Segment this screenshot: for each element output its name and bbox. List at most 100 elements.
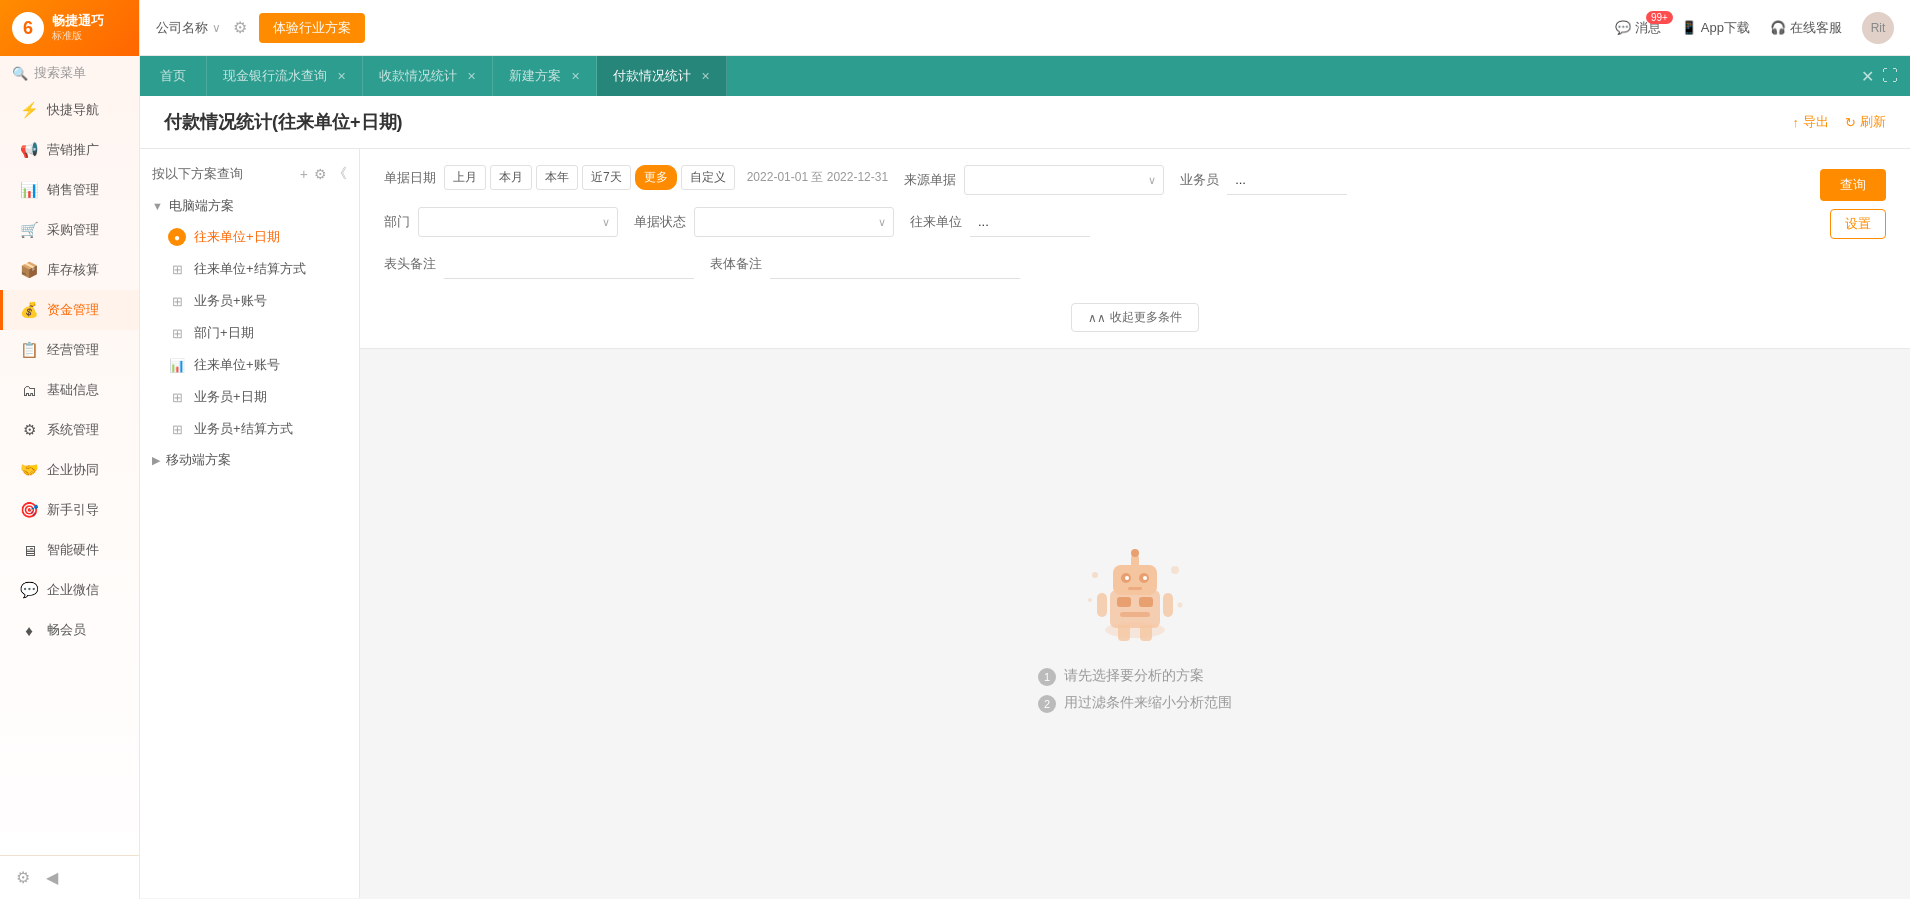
- main-content: 付款情况统计(往来单位+日期) ↑ 导出 ↻ 刷新 按以下方案查询 + ⚙ 《: [140, 96, 1910, 899]
- right-panel: 单据日期 上月 本月 本年 近7天 更多 自定义 2022-01-01 至 20…: [360, 149, 1910, 898]
- left-panel-header: 按以下方案查询 + ⚙ 《: [140, 161, 359, 191]
- date-buttons: 上月 本月 本年 近7天 更多 自定义: [444, 165, 735, 190]
- topbar-gear-icon[interactable]: ⚙: [233, 18, 247, 37]
- source-select[interactable]: [964, 165, 1164, 195]
- filter-row-2: 部门 单据状态: [384, 207, 1800, 237]
- partner-input[interactable]: [970, 207, 1090, 237]
- tab-window-close-icon[interactable]: ✕: [1861, 67, 1874, 86]
- dept-select[interactable]: [418, 207, 618, 237]
- date-btn-custom[interactable]: 自定义: [681, 165, 735, 190]
- mobile-section-expand-icon: ▶: [152, 454, 160, 467]
- scheme-table-icon-4: ⊞: [168, 388, 186, 406]
- export-button[interactable]: ↑ 导出: [1793, 113, 1830, 131]
- company-selector[interactable]: 公司名称 ∨: [156, 19, 221, 37]
- staff-label: 业务员: [1180, 171, 1219, 189]
- scheme-item-staff-date[interactable]: ⊞ 业务员+日期: [140, 381, 359, 413]
- sidebar-item-system[interactable]: ⚙ 系统管理: [0, 410, 139, 450]
- desktop-scheme-section[interactable]: ▼ 电脑端方案: [140, 191, 359, 221]
- refresh-button[interactable]: ↻ 刷新: [1845, 113, 1886, 131]
- sidebar-item-wechat[interactable]: 💬 企业微信: [0, 570, 139, 610]
- scheme-table-icon-3: ⊞: [168, 324, 186, 342]
- messages-action[interactable]: 💬 消息 99+: [1615, 19, 1661, 37]
- svg-point-8: [1125, 576, 1129, 580]
- messages-badge: 99+: [1646, 11, 1673, 24]
- sidebar-item-operation[interactable]: 📋 经营管理: [0, 330, 139, 370]
- basic-icon: 🗂: [19, 380, 39, 400]
- date-btn-this-month[interactable]: 本月: [490, 165, 532, 190]
- sidebar-item-hardware[interactable]: 🖥 智能硬件: [0, 530, 139, 570]
- tab-home[interactable]: 首页: [140, 56, 207, 96]
- body-note-input[interactable]: [770, 249, 1020, 279]
- app-download-action[interactable]: 📱 App下载: [1681, 19, 1750, 37]
- scheme-item-unit-date[interactable]: ● 往来单位+日期: [140, 221, 359, 253]
- sidebar-item-collab[interactable]: 🤝 企业协同: [0, 450, 139, 490]
- tab-close-new-scheme[interactable]: ✕: [571, 70, 580, 83]
- sidebar-item-basic[interactable]: 🗂 基础信息: [0, 370, 139, 410]
- date-btn-this-year[interactable]: 本年: [536, 165, 578, 190]
- section-expand-icon: ▼: [152, 200, 163, 212]
- date-filter-group: 单据日期 上月 本月 本年 近7天 更多 自定义 2022-01-01 至 20…: [384, 165, 888, 190]
- svg-point-19: [1088, 598, 1092, 602]
- app-edition: 标准版: [52, 29, 104, 43]
- empty-tip-2: 2 用过滤条件来缩小分析范围: [1038, 694, 1232, 713]
- inventory-icon: 📦: [19, 260, 39, 280]
- filter-settings-button[interactable]: 设置: [1830, 209, 1886, 239]
- scheme-item-dept-date[interactable]: ⊞ 部门+日期: [140, 317, 359, 349]
- scheme-table-icon-5: ⊞: [168, 420, 186, 438]
- query-button[interactable]: 查询: [1820, 169, 1886, 201]
- date-btn-7days[interactable]: 近7天: [582, 165, 631, 190]
- sidebar-item-sales[interactable]: 📊 销售管理: [0, 170, 139, 210]
- sidebar-item-vip[interactable]: ♦ 畅会员: [0, 610, 139, 650]
- scheme-item-staff-account[interactable]: ⊞ 业务员+账号: [140, 285, 359, 317]
- scheme-item-staff-settle[interactable]: ⊞ 业务员+结算方式: [140, 413, 359, 445]
- mobile-scheme-section[interactable]: ▶ 移动端方案: [140, 445, 359, 475]
- sidebar-item-capital[interactable]: 💰 资金管理: [0, 290, 139, 330]
- svg-rect-15: [1118, 625, 1130, 641]
- tab-close-payment-stat[interactable]: ✕: [701, 70, 710, 83]
- svg-point-17: [1092, 572, 1098, 578]
- add-scheme-icon[interactable]: +: [300, 166, 308, 182]
- search-menu[interactable]: 🔍 搜索菜单: [0, 56, 139, 90]
- scheme-collapse-icon[interactable]: 《: [333, 165, 347, 183]
- tab-close-receipt-stat[interactable]: ✕: [467, 70, 476, 83]
- date-btn-more[interactable]: 更多: [635, 165, 677, 190]
- svg-rect-2: [1117, 597, 1131, 607]
- staff-filter-group: 业务员: [1180, 165, 1347, 195]
- sidebar-item-inventory[interactable]: 📦 库存核算: [0, 250, 139, 290]
- tab-bank-flow[interactable]: 现金银行流水查询 ✕: [207, 56, 363, 96]
- topbar: 公司名称 ∨ ⚙ 体验行业方案 💬 消息 99+ 📱 App下载 🎧 在线客服 …: [140, 0, 1910, 56]
- source-filter-group: 来源单据: [904, 165, 1164, 195]
- footer-settings-icon[interactable]: ⚙: [16, 868, 30, 887]
- tab-close-bank-flow[interactable]: ✕: [337, 70, 346, 83]
- footer-collapse-icon[interactable]: ◀: [46, 868, 58, 887]
- staff-input[interactable]: [1227, 165, 1347, 195]
- company-name: 公司名称: [156, 19, 208, 37]
- header-note-input[interactable]: [444, 249, 694, 279]
- date-label: 单据日期: [384, 169, 436, 187]
- online-service-action[interactable]: 🎧 在线客服: [1770, 19, 1842, 37]
- sidebar-item-purchase[interactable]: 🛒 采购管理: [0, 210, 139, 250]
- tab-expand-icon[interactable]: ⛶: [1882, 67, 1898, 85]
- svg-rect-1: [1110, 590, 1160, 628]
- doc-status-select[interactable]: [694, 207, 894, 237]
- sidebar-item-marketing[interactable]: 📢 营销推广: [0, 130, 139, 170]
- doc-status-filter-group: 单据状态: [634, 207, 894, 237]
- date-range-display: 2022-01-01 至 2022-12-31: [747, 169, 888, 186]
- scheme-item-unit-settle[interactable]: ⊞ 往来单位+结算方式: [140, 253, 359, 285]
- guide-icon: 🎯: [19, 500, 39, 520]
- collapse-filter-button[interactable]: ∧∧ 收起更多条件: [1071, 303, 1199, 332]
- date-btn-last-month[interactable]: 上月: [444, 165, 486, 190]
- sidebar-item-quick-nav[interactable]: ⚡ 快捷导航: [0, 90, 139, 130]
- left-panel: 按以下方案查询 + ⚙ 《 ▼ 电脑端方案 ● 往来单位+日期 ⊞ 往来单位+结…: [140, 149, 360, 898]
- sales-icon: 📊: [19, 180, 39, 200]
- tab-payment-stat[interactable]: 付款情况统计 ✕: [597, 56, 727, 96]
- hardware-icon: 🖥: [19, 540, 39, 560]
- user-avatar[interactable]: Rit: [1862, 12, 1894, 44]
- tab-receipt-stat[interactable]: 收款情况统计 ✕: [363, 56, 493, 96]
- trial-button[interactable]: 体验行业方案: [259, 13, 365, 43]
- sidebar-item-guide[interactable]: 🎯 新手引导: [0, 490, 139, 530]
- scheme-settings-icon[interactable]: ⚙: [314, 166, 327, 182]
- scheme-item-unit-account[interactable]: 📊 往来单位+账号: [140, 349, 359, 381]
- tab-new-scheme[interactable]: 新建方案 ✕: [493, 56, 597, 96]
- collapse-icon: ∧∧: [1088, 311, 1106, 325]
